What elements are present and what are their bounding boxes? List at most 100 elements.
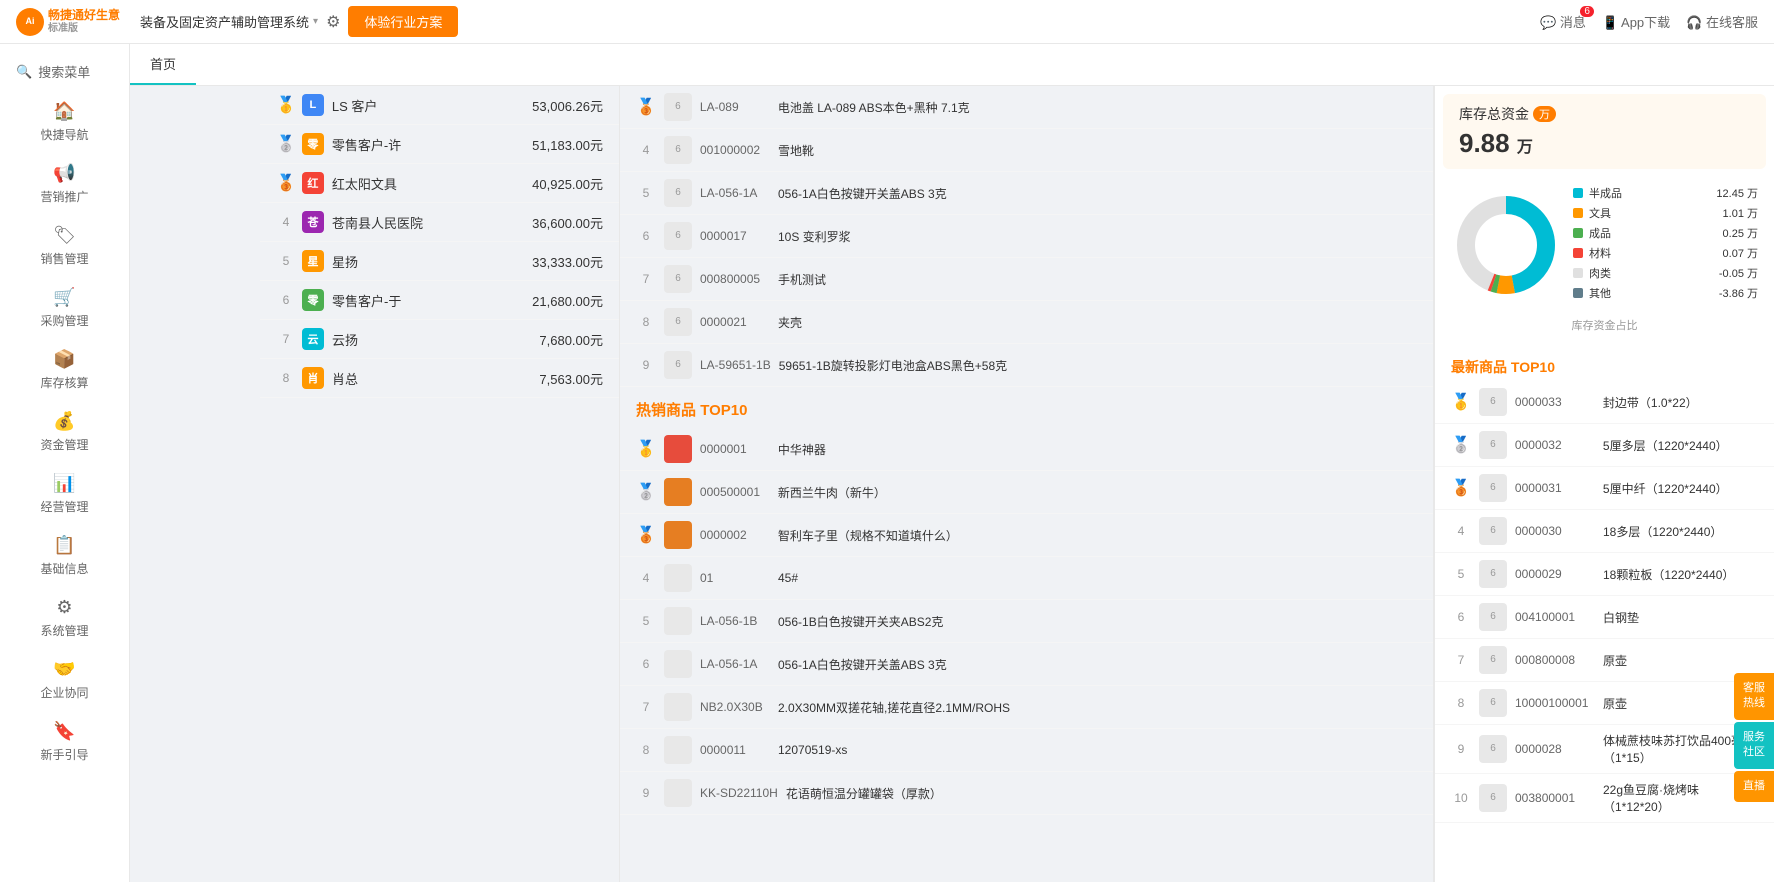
sidebar-item-inventory[interactable]: 📦 库存核算 bbox=[0, 339, 129, 401]
hot-product-item[interactable]: 🥉 0000002 智利车子里（规格不知道填什么） bbox=[620, 514, 1433, 557]
rank-num: 4 bbox=[636, 143, 656, 157]
product-thumb: 6 bbox=[664, 308, 692, 336]
sidebar-item-sales[interactable]: 🏷 销售管理 bbox=[0, 215, 129, 277]
new-product-item[interactable]: 🥈 6 0000032 5厘多层（1220*2440） bbox=[1435, 424, 1774, 467]
legend-item-roulei: 肉类 -0.05 万 bbox=[1573, 265, 1758, 281]
hot-product-item[interactable]: 🥇 0000001 中华神器 bbox=[620, 428, 1433, 471]
new-product-item[interactable]: 5 6 0000029 18颗粒板（1220*2440） bbox=[1435, 553, 1774, 596]
new-products-section: 最新商品 TOP10 🥇 6 0000033 封边带（1.0*22） 🥈 6 0… bbox=[1435, 341, 1774, 831]
sidebar-item-label: 销售管理 bbox=[40, 250, 88, 267]
customer-list-item[interactable]: 🥈 零 零售客户-许 51,183.00元 bbox=[260, 125, 619, 164]
customer-list-item[interactable]: 5 星 星扬 33,333.00元 bbox=[260, 242, 619, 281]
settings-icon[interactable]: ⚙ bbox=[326, 12, 340, 32]
customer-list-item[interactable]: 8 肖 肖总 7,563.00元 bbox=[260, 359, 619, 398]
sidebar-item-marketing[interactable]: 📢 营销推广 bbox=[0, 153, 129, 215]
product-thumb bbox=[664, 478, 692, 506]
new-product-item[interactable]: 10 6 003800001 22g鱼豆腐·烧烤味（1*12*20） bbox=[1435, 774, 1774, 823]
app-download-button[interactable]: 📱 App下载 bbox=[1602, 12, 1670, 31]
hot-product-item[interactable]: 9 KK-SD22110H 花语萌恒温分罐罐袋（厚款） bbox=[620, 772, 1433, 815]
sidebar-item-collab[interactable]: 🤝 企业协同 bbox=[0, 649, 129, 711]
customer-list-item[interactable]: 🥉 红 红太阳文具 40,925.00元 bbox=[260, 164, 619, 203]
sidebar-item-basic[interactable]: 📋 基础信息 bbox=[0, 525, 129, 587]
sales-icon: 🏷 bbox=[53, 225, 76, 246]
customer-avatar: 零 bbox=[302, 133, 324, 155]
sidebar-item-label: 基础信息 bbox=[40, 560, 88, 577]
rank-num: 5 bbox=[636, 614, 656, 628]
rank-icon: 🥉 bbox=[276, 173, 296, 193]
product-code: 0000032 bbox=[1515, 438, 1595, 452]
top-product-item[interactable]: 🥉 6 LA-089 电池盖 LA-089 ABS本色+黑种 7.1克 bbox=[620, 86, 1433, 129]
new-product-item[interactable]: 6 6 004100001 白钢垫 bbox=[1435, 596, 1774, 639]
collab-icon: 🤝 bbox=[53, 659, 75, 680]
legend-dot-banchenpin bbox=[1573, 188, 1583, 198]
notification-label: 消息 bbox=[1560, 15, 1586, 30]
hot-product-item[interactable]: 6 LA-056-1A 056-1A白色按键开关盖ABS 3克 bbox=[620, 643, 1433, 686]
new-product-item[interactable]: 🥇 6 0000033 封边带（1.0*22） bbox=[1435, 381, 1774, 424]
hot-product-item[interactable]: 8 0000011 12070519-xs bbox=[620, 729, 1433, 772]
app-title: Ai 畅捷通好生意 标准版 bbox=[16, 8, 120, 36]
float-btn-cs[interactable]: 客服热线 bbox=[1734, 673, 1774, 720]
hot-product-item[interactable]: 4 01 45# bbox=[620, 557, 1433, 600]
legend-item-other: 其他 -3.86 万 bbox=[1573, 285, 1758, 301]
inventory-value-row: 9.88 万 bbox=[1459, 128, 1750, 159]
product-thumb: 6 bbox=[1479, 517, 1507, 545]
rank-num: 9 bbox=[636, 786, 656, 800]
notification-button[interactable]: 💬 消息 6 bbox=[1540, 12, 1586, 31]
product-thumb: 6 bbox=[1479, 689, 1507, 717]
top-product-item[interactable]: 9 6 LA-59651-1B 59651-1B旋转投影灯电池盒ABS黑色+58… bbox=[620, 344, 1433, 387]
three-column-layout: 🥇 L LS 客户 53,006.26元 🥈 零 零售客户-许 51,183.0… bbox=[130, 86, 1774, 882]
product-thumb: 6 bbox=[664, 265, 692, 293]
tab-home[interactable]: 首页 bbox=[130, 44, 196, 85]
sidebar-item-ops[interactable]: 📊 经营管理 bbox=[0, 463, 129, 525]
new-product-item[interactable]: 7 6 000800008 原壶 bbox=[1435, 639, 1774, 682]
top-product-item[interactable]: 4 6 001000002 雪地靴 bbox=[620, 129, 1433, 172]
sidebar-item-finance[interactable]: 💰 资金管理 bbox=[0, 401, 129, 463]
hot-product-item[interactable]: 5 LA-056-1B 056-1B白色按键开关夹ABS2克 bbox=[620, 600, 1433, 643]
top-product-item[interactable]: 6 6 0000017 10S 变利罗浆 bbox=[620, 215, 1433, 258]
new-product-item[interactable]: 🥉 6 0000031 5厘中纤（1220*2440） bbox=[1435, 467, 1774, 510]
product-code: LA-056-1B bbox=[700, 614, 770, 628]
sidebar-item-quick-nav[interactable]: 🏠 快捷导航 bbox=[0, 91, 129, 153]
new-product-item[interactable]: 4 6 0000030 18多层（1220*2440） bbox=[1435, 510, 1774, 553]
sidebar-item-guide[interactable]: 🔖 新手引导 bbox=[0, 711, 129, 773]
rank-num: 7 bbox=[636, 272, 656, 286]
new-products-title: 最新商品 bbox=[1451, 359, 1507, 375]
legend-dot-wenju bbox=[1573, 208, 1583, 218]
product-code: 0000021 bbox=[700, 315, 770, 329]
product-code: 0000029 bbox=[1515, 567, 1595, 581]
legend-item-banchenpin: 半成品 12.45 万 bbox=[1573, 185, 1758, 201]
customer-list-item[interactable]: 7 云 云扬 7,680.00元 bbox=[260, 320, 619, 359]
sidebar-item-label: 企业协同 bbox=[40, 684, 88, 701]
hot-product-item[interactable]: 7 NB2.0X30B 2.0X30MM双搓花轴,搓花直径2.1MM/ROHS bbox=[620, 686, 1433, 729]
top-product-item[interactable]: 7 6 000800005 手机测试 bbox=[620, 258, 1433, 301]
top-product-sales: 🥉 6 LA-089 电池盖 LA-089 ABS本色+黑种 7.1克 4 6 … bbox=[620, 86, 1433, 387]
customer-list-item[interactable]: 4 苍 苍南县人民医院 36,600.00元 bbox=[260, 203, 619, 242]
sidebar-item-system[interactable]: ⚙ 系统管理 bbox=[0, 587, 129, 649]
customer-list-item[interactable]: 6 零 零售客户-于 21,680.00元 bbox=[260, 281, 619, 320]
inventory-title-row: 库存总资金 万 bbox=[1459, 104, 1750, 124]
product-code: KK-SD22110H bbox=[700, 786, 778, 800]
product-name: 手机测试 bbox=[778, 271, 1417, 288]
product-code: LA-056-1A bbox=[700, 657, 770, 671]
search-menu-item[interactable]: 🔍 搜索菜单 bbox=[0, 52, 129, 91]
top-product-item[interactable]: 8 6 0000021 夹壳 bbox=[620, 301, 1433, 344]
sidebar-item-purchase[interactable]: 🛒 采购管理 bbox=[0, 277, 129, 339]
rank-icon: 🥉 bbox=[636, 525, 656, 545]
customer-name: 苍南县人民医院 bbox=[332, 213, 532, 232]
right-panel: 库存总资金 万 9.88 万 bbox=[1434, 86, 1774, 882]
rank-num: 9 bbox=[636, 358, 656, 372]
float-btn-service[interactable]: 服务社区 bbox=[1734, 722, 1774, 769]
product-code: LA-089 bbox=[700, 100, 770, 114]
top-product-item[interactable]: 5 6 LA-056-1A 056-1A白色按键开关盖ABS 3克 bbox=[620, 172, 1433, 215]
hot-product-item[interactable]: 🥈 000500001 新西兰牛肉（新牛） bbox=[620, 471, 1433, 514]
new-product-item[interactable]: 9 6 0000028 体械蔗枝味苏打饮品400毫升（1*15） bbox=[1435, 725, 1774, 774]
new-product-item[interactable]: 8 6 10000100001 原壶 bbox=[1435, 682, 1774, 725]
trial-button[interactable]: 体验行业方案 bbox=[348, 6, 458, 37]
float-btn-live[interactable]: 直播 bbox=[1734, 771, 1774, 802]
system-selector[interactable]: 装备及固定资产辅助管理系统 ▾ bbox=[140, 12, 318, 31]
product-thumb bbox=[664, 650, 692, 678]
customer-list-item[interactable]: 🥇 L LS 客户 53,006.26元 bbox=[260, 86, 619, 125]
rank-icon: 🥈 bbox=[636, 482, 656, 502]
left-panel bbox=[130, 86, 260, 882]
online-cs-button[interactable]: 🎧 在线客服 bbox=[1686, 12, 1758, 31]
